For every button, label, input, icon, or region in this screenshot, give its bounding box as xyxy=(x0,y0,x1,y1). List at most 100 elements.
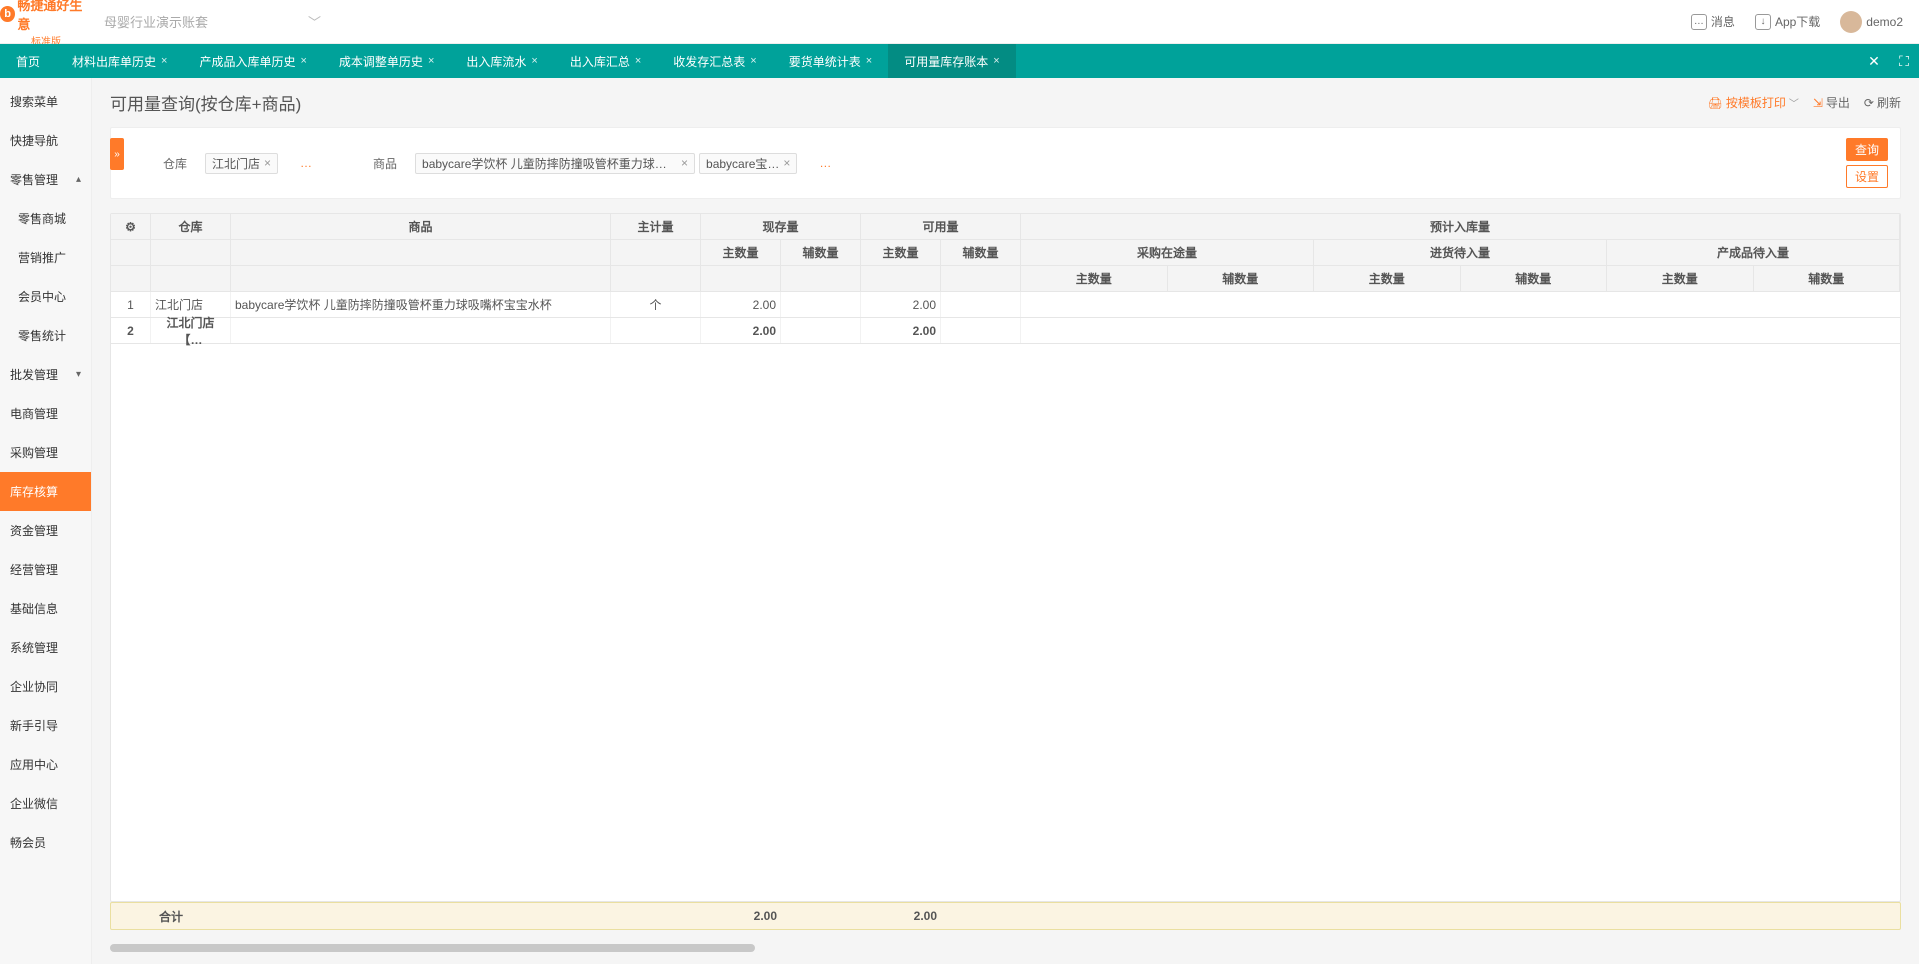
tag-label: babycare宝… xyxy=(706,155,779,172)
messages-label: 消息 xyxy=(1711,13,1735,30)
expand-filter-handle[interactable]: » xyxy=(110,138,124,170)
table-row[interactable]: 2江北门店【…2.002.00 xyxy=(111,318,1900,344)
sidebar-item-畅会员[interactable]: 畅会员 xyxy=(0,823,91,862)
close-icon[interactable]: × xyxy=(161,55,167,67)
col-finished-pending: 产成品待入量 xyxy=(1607,240,1900,265)
sidebar-item-采购管理[interactable]: 采购管理 xyxy=(0,433,91,472)
total-label: 合计 xyxy=(151,903,231,929)
sidebar-item-营销推广[interactable]: 营销推广 xyxy=(0,238,91,277)
sidebar-item-label: 电商管理 xyxy=(10,405,58,422)
product-tag[interactable]: babycare宝… × xyxy=(699,153,797,174)
ledger-select[interactable]: 母婴行业演示账套 ﹀ xyxy=(104,12,321,31)
close-icon[interactable]: × xyxy=(993,55,999,67)
sidebar-item-电商管理[interactable]: 电商管理 xyxy=(0,394,91,433)
table-row[interactable]: 1江北门店babycare学饮杯 儿童防摔防撞吸管杯重力球吸嘴杯宝宝水杯个2.0… xyxy=(111,292,1900,318)
sidebar-item-资金管理[interactable]: 资金管理 xyxy=(0,511,91,550)
product-more-icon[interactable]: … xyxy=(819,156,832,170)
col-product: 商品 xyxy=(231,214,611,239)
tab-可用量库存账本[interactable]: 可用量库存账本× xyxy=(888,44,1015,78)
sidebar: 搜索菜单快捷导航零售管理 ▴ 零售商城营销推广会员中心零售统计批发管理▾ 电商管理采购… xyxy=(0,78,92,964)
remove-tag-icon[interactable]: × xyxy=(783,156,790,170)
sidebar-item-label: 经营管理 xyxy=(10,561,58,578)
sidebar-item-库存核算[interactable]: 库存核算 xyxy=(0,472,91,511)
col-fp-aux: 辅数量 xyxy=(1754,266,1901,291)
sidebar-item-新手引导[interactable]: 新手引导 xyxy=(0,706,91,745)
tab-产成品入库单历史[interactable]: 产成品入库单历史× xyxy=(183,44,322,78)
tab-收发存汇总表[interactable]: 收发存汇总表 × xyxy=(657,44,772,78)
chevron-down-icon: ﹀ xyxy=(308,12,321,31)
sidebar-item-label: 批发管理 xyxy=(10,366,58,383)
sidebar-item-应用中心[interactable]: 应用中心 xyxy=(0,745,91,784)
filter-panel: » 仓库 江北门店× … 商品 babycare学饮杯 儿童防摔防撞吸管杯重力球… xyxy=(110,127,1901,199)
close-icon[interactable]: × xyxy=(866,55,872,67)
col-fp-main: 主数量 xyxy=(1607,266,1754,291)
print-label: 按模板打印 xyxy=(1726,94,1786,111)
table-body: 1江北门店babycare学饮杯 儿童防摔防撞吸管杯重力球吸嘴杯宝宝水杯个2.0… xyxy=(111,292,1900,901)
warehouse-more-icon[interactable]: … xyxy=(300,156,313,170)
tab-要货单统计表[interactable]: 要货单统计表× xyxy=(773,44,888,78)
close-all-tabs-icon[interactable]: ✕ xyxy=(1859,53,1889,70)
product-tag[interactable]: babycare学饮杯 儿童防摔防撞吸管杯重力球吸嘴杯宝宝水杯× xyxy=(415,153,695,174)
remove-tag-icon[interactable]: × xyxy=(681,156,688,170)
caret-up-icon: ▴ xyxy=(76,174,81,185)
export-label: 导出 xyxy=(1826,94,1850,111)
sidebar-item-企业协同[interactable]: 企业协同 xyxy=(0,667,91,706)
warehouse-label: 仓库 xyxy=(153,155,187,172)
sidebar-item-企业微信[interactable]: 企业微信 xyxy=(0,784,91,823)
sidebar-item-零售管理[interactable]: 零售管理 ▴ xyxy=(0,160,91,199)
refresh-button[interactable]: ⟳ 刷新 xyxy=(1864,94,1901,111)
tab-出入库汇总[interactable]: 出入库汇总× xyxy=(554,44,657,78)
product-filter: 商品 babycare学饮杯 儿童防摔防撞吸管杯重力球吸嘴杯宝宝水杯×babyc… xyxy=(363,153,832,174)
tab-首页[interactable]: 首页 xyxy=(0,44,56,78)
sidebar-item-批发管理[interactable]: 批发管理▾ xyxy=(0,355,91,394)
table-cell xyxy=(231,318,611,343)
table-header: ⚙ 仓库 商品 主计量 现存量 可用量 预计入库量 主数量 xyxy=(111,214,1900,292)
table-cell xyxy=(781,292,861,317)
remove-tag-icon[interactable]: × xyxy=(264,156,271,170)
table-footer: 合计 2.00 2.00 xyxy=(110,902,1901,930)
tab-材料出库单历史[interactable]: 材料出库单历史 × xyxy=(56,44,183,78)
table-cell: babycare学饮杯 儿童防摔防撞吸管杯重力球吸嘴杯宝宝水杯 xyxy=(231,292,611,317)
sidebar-item-基础信息[interactable]: 基础信息 xyxy=(0,589,91,628)
settings-button[interactable]: 设置 xyxy=(1846,165,1888,188)
tab-成本调整单历史[interactable]: 成本调整单历史 × xyxy=(323,44,450,78)
export-icon: ⇲ xyxy=(1813,96,1823,110)
table-cell xyxy=(941,292,1021,317)
tabs-bar: 首页材料出库单历史×产成品入库单历史×成本调整单历史×出入库流水×出入库汇总×收… xyxy=(0,44,1919,78)
logo-area: b 畅捷通好生意 标准版 xyxy=(0,0,92,50)
sidebar-item-label: 零售管理 xyxy=(10,171,58,188)
sidebar-item-搜索菜单[interactable]: 搜索菜单 xyxy=(0,82,91,121)
close-icon[interactable]: × xyxy=(300,55,306,67)
brand-name: 畅捷通好生意 xyxy=(17,0,92,33)
sidebar-item-零售商城[interactable]: 零售商城 xyxy=(0,199,91,238)
gear-column[interactable]: ⚙ xyxy=(111,214,151,239)
tab-label: 收发存汇总表 xyxy=(673,53,745,70)
warehouse-filter: 仓库 江北门店× … xyxy=(153,153,313,174)
tab-label: 材料出库单历史 xyxy=(72,53,156,70)
table-cell: 1 xyxy=(111,292,151,317)
tab-label: 成本调整单历史 xyxy=(339,53,423,70)
col-ap-aux: 辅数量 xyxy=(1461,266,1608,291)
close-icon[interactable]: × xyxy=(750,55,756,67)
sidebar-item-经营管理[interactable]: 经营管理 xyxy=(0,550,91,589)
export-button[interactable]: ⇲ 导出 xyxy=(1813,94,1850,111)
user-menu[interactable]: demo2 xyxy=(1840,11,1903,33)
close-icon[interactable]: × xyxy=(531,55,537,67)
horizontal-scrollbar[interactable] xyxy=(110,944,1901,954)
close-icon[interactable]: × xyxy=(428,55,434,67)
col-avail-aux: 辅数量 xyxy=(941,240,1021,265)
sidebar-item-会员中心[interactable]: 会员中心 xyxy=(0,277,91,316)
table-cell: 江北门店【… xyxy=(151,318,231,343)
app-download-link[interactable]: ↓ App下载 xyxy=(1755,13,1820,30)
sidebar-item-快捷导航[interactable]: 快捷导航 xyxy=(0,121,91,160)
sidebar-item-零售统计[interactable]: 零售统计 xyxy=(0,316,91,355)
warehouse-tag[interactable]: 江北门店× xyxy=(205,153,278,174)
messages-link[interactable]: … 消息 xyxy=(1691,13,1735,30)
query-button[interactable]: 查询 xyxy=(1846,138,1888,161)
tab-label: 出入库流水 xyxy=(466,53,526,70)
print-template-button[interactable]: 🖨 按模板打印 ﹀ xyxy=(1708,94,1799,111)
fullscreen-icon[interactable]: ⛶ xyxy=(1889,53,1919,70)
sidebar-item-系统管理[interactable]: 系统管理 xyxy=(0,628,91,667)
tab-出入库流水[interactable]: 出入库流水 × xyxy=(450,44,553,78)
close-icon[interactable]: × xyxy=(635,55,641,67)
